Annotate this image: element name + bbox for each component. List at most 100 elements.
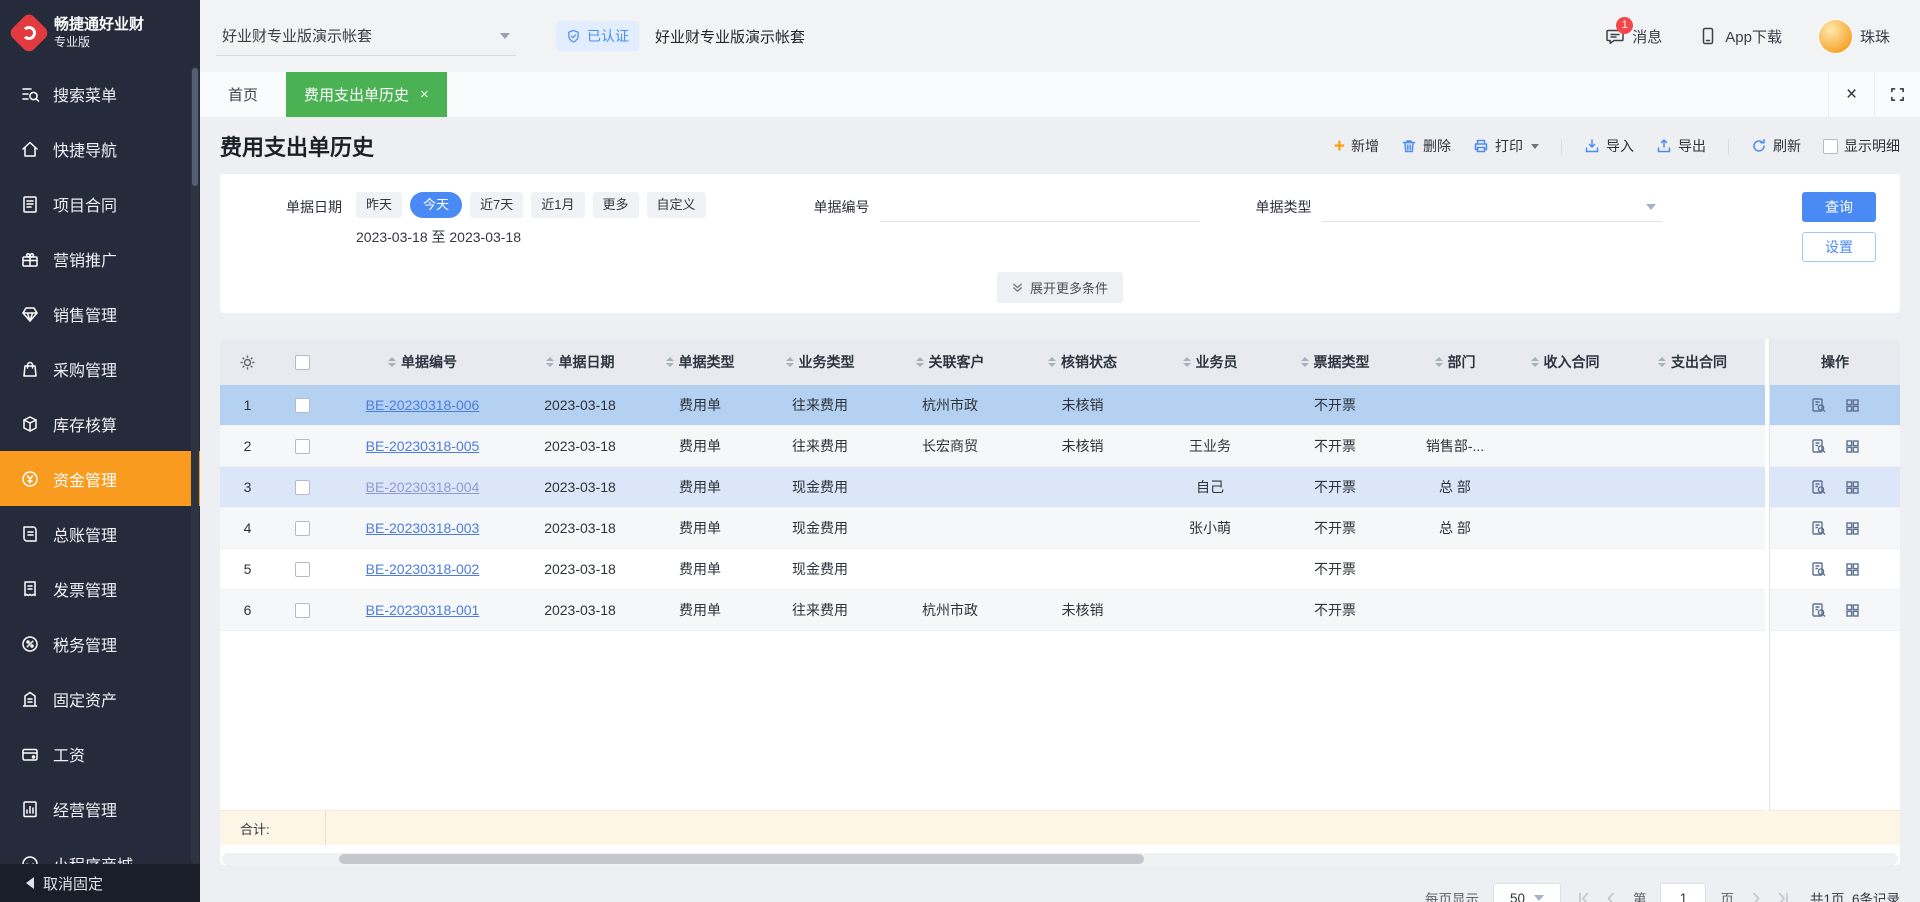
header-biz-type[interactable]: 业务类型 [755,339,885,385]
sidebar-item-quick-nav[interactable]: 快捷导航 [0,121,200,176]
sidebar-item-payroll[interactable]: 工资 [0,726,200,781]
doc-no-link[interactable]: BE-20230318-002 [366,561,480,577]
prev-page-icon[interactable] [1602,890,1619,902]
header-customer[interactable]: 关联客户 [885,339,1015,385]
sidebar-item-marketing[interactable]: 营销推广 [0,231,200,286]
sort-icon[interactable] [388,357,396,367]
sort-icon[interactable] [1182,357,1191,367]
table-row[interactable]: 5 BE-20230318-002 2023-03-18 费用单 现金费用 不开… [220,549,1900,590]
checkbox-icon[interactable] [1823,138,1838,154]
header-expense-contract[interactable]: 支出合同 [1620,339,1765,385]
horizontal-scrollbar[interactable] [222,853,1898,865]
doc-no-link[interactable]: BE-20230318-004 [366,479,480,495]
export-button[interactable]: 导出 [1656,136,1706,156]
page-number-input[interactable] [1660,883,1707,902]
sidebar-item-ledger[interactable]: 总账管理 [0,506,200,561]
header-bill-type[interactable]: 票据类型 [1270,339,1400,385]
related-docs-icon[interactable] [1844,397,1861,414]
table-row[interactable]: 6 BE-20230318-001 2023-03-18 费用单 往来费用 杭州… [220,590,1900,631]
last-page-icon[interactable] [1775,890,1792,902]
select-all-checkbox[interactable] [275,339,330,385]
sort-icon[interactable] [545,357,554,367]
sidebar-item-business[interactable]: 经营管理 [0,781,200,836]
row-checkbox[interactable] [275,590,330,630]
header-salesperson[interactable]: 业务员 [1150,339,1270,385]
tab-expense-history[interactable]: 费用支出单历史 × [286,72,447,117]
first-page-icon[interactable] [1575,890,1592,902]
messages-button[interactable]: 1 消息 [1605,16,1662,47]
doc-no-link[interactable]: BE-20230318-005 [366,438,480,454]
view-flow-icon[interactable] [1810,479,1827,496]
tab-home[interactable]: 首页 [200,72,286,117]
quick-date-1month[interactable]: 近1月 [531,192,585,218]
date-range-value[interactable]: 2023-03-18 至 2023-03-18 [356,227,706,247]
show-detail-toggle[interactable]: 显示明细 [1823,136,1900,156]
next-page-icon[interactable] [1748,890,1765,902]
quick-date-custom[interactable]: 自定义 [646,192,706,218]
doc-no-link[interactable]: BE-20230318-006 [366,397,480,413]
related-docs-icon[interactable] [1844,520,1861,537]
sort-icon[interactable] [1658,357,1666,367]
sidebar-item-project-contract[interactable]: 项目合同 [0,176,200,231]
sort-icon[interactable] [1300,357,1309,367]
delete-button[interactable]: 删除 [1401,136,1451,156]
sidebar-item-invoice[interactable]: 发票管理 [0,561,200,616]
table-row[interactable]: 3 BE-20230318-004 2023-03-18 费用单 现金费用 自己… [220,467,1900,508]
row-checkbox[interactable] [275,426,330,466]
sort-icon[interactable] [1530,357,1539,367]
doc-type-select[interactable] [1321,192,1662,222]
sidebar-scrollbar[interactable] [191,66,199,864]
settings-button[interactable]: 设置 [1802,232,1876,262]
query-button[interactable]: 查询 [1802,192,1876,222]
related-docs-icon[interactable] [1844,602,1861,619]
header-doc-no[interactable]: 单据编号 [330,339,515,385]
close-all-tabs-button[interactable]: × [1828,72,1874,117]
related-docs-icon[interactable] [1844,561,1861,578]
table-row[interactable]: 2 BE-20230318-005 2023-03-18 费用单 往来费用 长宏… [220,426,1900,467]
app-download-button[interactable]: App下载 [1698,26,1782,47]
header-doc-type[interactable]: 单据类型 [645,339,755,385]
view-flow-icon[interactable] [1810,561,1827,578]
import-button[interactable]: 导入 [1584,136,1634,156]
related-docs-icon[interactable] [1844,479,1861,496]
sidebar-item-tax[interactable]: 税务管理 [0,616,200,671]
sort-icon[interactable] [665,357,674,367]
sidebar-item-fixed-assets[interactable]: 固定资产 [0,671,200,726]
sidebar-item-sales[interactable]: 销售管理 [0,286,200,341]
related-docs-icon[interactable] [1844,438,1861,455]
expand-more-conditions-button[interactable]: 展开更多条件 [996,272,1123,303]
sort-icon[interactable] [1434,357,1443,367]
quick-date-7days[interactable]: 近7天 [470,192,524,218]
view-flow-icon[interactable] [1810,520,1827,537]
per-page-select[interactable]: 50 [1492,883,1561,902]
table-row[interactable]: 4 BE-20230318-003 2023-03-18 费用单 现金费用 张小… [220,508,1900,549]
quick-date-more[interactable]: 更多 [592,192,639,218]
sidebar-item-search-menu[interactable]: 搜索菜单 [0,66,200,121]
tab-close-icon[interactable]: × [420,86,429,103]
sidebar-item-inventory[interactable]: 库存核算 [0,396,200,451]
sort-icon[interactable] [785,357,794,367]
doc-no-link[interactable]: BE-20230318-003 [366,520,480,536]
sort-icon[interactable] [1048,357,1056,367]
quick-date-today[interactable]: 今天 [410,192,463,218]
sidebar-item-funds[interactable]: 资金管理 [0,451,200,506]
view-flow-icon[interactable] [1810,438,1827,455]
print-button[interactable]: 打印 [1473,136,1539,156]
sort-icon[interactable] [915,357,924,367]
view-flow-icon[interactable] [1810,602,1827,619]
unpin-sidebar-button[interactable]: 取消固定 [0,864,200,902]
refresh-button[interactable]: 刷新 [1751,136,1801,156]
row-checkbox[interactable] [275,385,330,425]
row-checkbox[interactable] [275,467,330,507]
view-flow-icon[interactable] [1810,397,1827,414]
sidebar-scrollbar-thumb[interactable] [192,68,198,186]
horizontal-scrollbar-thumb[interactable] [339,854,1144,864]
sidebar-item-miniapp[interactable]: 小程序商城 [0,836,200,864]
header-income-contract[interactable]: 收入合同 [1510,339,1620,385]
header-writeoff-status[interactable]: 核销状态 [1015,339,1150,385]
sidebar-item-purchase[interactable]: 采购管理 [0,341,200,396]
doc-no-link[interactable]: BE-20230318-001 [366,602,480,618]
row-checkbox[interactable] [275,549,330,589]
fullscreen-button[interactable] [1874,72,1920,117]
account-set-selector[interactable]: 好业财专业版演示帐套 [216,16,516,56]
